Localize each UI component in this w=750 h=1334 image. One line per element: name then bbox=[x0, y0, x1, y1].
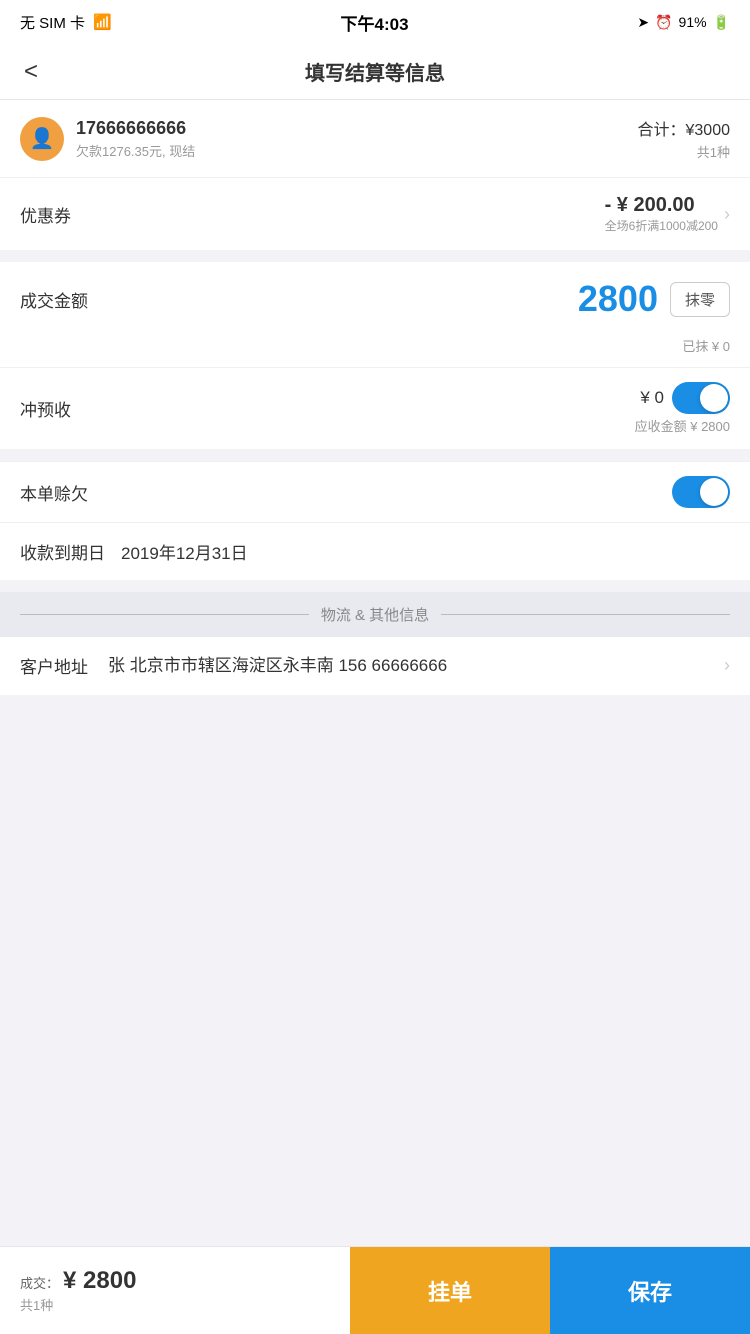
hold-button[interactable]: 挂单 bbox=[350, 1247, 550, 1334]
divider-3 bbox=[0, 580, 750, 592]
prepay-right: ¥ 0 应收金额 ¥ 2800 bbox=[635, 382, 730, 435]
prepay-label: 冲预收 bbox=[20, 396, 71, 421]
coupon-chevron-icon: › bbox=[724, 204, 730, 225]
customer-right: 合计：¥3000 共1种 bbox=[638, 116, 731, 161]
status-right: ➤ ⏰ 91% 🔋 bbox=[637, 14, 730, 31]
divider-1 bbox=[0, 250, 750, 262]
address-label: 客户地址 bbox=[20, 653, 92, 678]
coupon-row[interactable]: 优惠券 - ¥ 200.00 全场6折满1000减200 › bbox=[0, 177, 750, 250]
customer-details: 17666666666 欠款1276.35元, 现结 bbox=[76, 118, 195, 160]
amount-right: 2800 抹零 bbox=[578, 278, 730, 320]
prepay-amount: ¥ 0 bbox=[640, 388, 664, 408]
due-date-row: 收款到期日 2019年12月31日 bbox=[0, 522, 750, 580]
bottom-bar: 成交： ¥ 2800 共1种 挂单 保存 bbox=[0, 1246, 750, 1334]
customer-sub-text: 欠款1276.35元, 现结 bbox=[76, 141, 195, 160]
address-value: 张 北京市市辖区海淀区永丰南 156 66666666 bbox=[108, 653, 708, 679]
no-sim-text: 无 SIM 卡 bbox=[20, 12, 85, 33]
debt-label: 本单赊欠 bbox=[20, 480, 88, 505]
coupon-amount: - ¥ 200.00 bbox=[605, 194, 718, 217]
section-line-right bbox=[441, 614, 730, 615]
debt-row: 本单赊欠 bbox=[0, 461, 750, 522]
transaction-amount-row: 成交金额 2800 抹零 bbox=[0, 262, 750, 336]
total-count: 共1种 bbox=[638, 142, 731, 161]
status-left: 无 SIM 卡 📶 bbox=[20, 12, 112, 33]
bottom-amount: ¥ 2800 bbox=[63, 1267, 136, 1295]
section-header: 物流 & 其他信息 bbox=[0, 592, 750, 637]
coupon-label: 优惠券 bbox=[20, 202, 71, 227]
transaction-label: 成交金额 bbox=[20, 287, 88, 312]
due-date-value: 2019年12月31日 bbox=[121, 539, 248, 564]
customer-info-row: 👤 17666666666 欠款1276.35元, 现结 合计：¥3000 共1… bbox=[0, 100, 750, 177]
prepay-toggle[interactable] bbox=[672, 382, 730, 414]
battery-text: 91% bbox=[679, 14, 707, 30]
address-chevron-icon: › bbox=[724, 655, 730, 676]
customer-left: 👤 17666666666 欠款1276.35元, 现结 bbox=[20, 117, 195, 161]
alarm-icon: ⏰ bbox=[655, 14, 672, 31]
nav-bar: < 填写结算等信息 bbox=[0, 44, 750, 100]
already-rounded-text: 已抹 ¥ 0 bbox=[0, 336, 750, 367]
bottom-total-label: 成交： bbox=[20, 1273, 59, 1292]
save-button[interactable]: 保存 bbox=[550, 1247, 750, 1334]
status-time: 下午4:03 bbox=[341, 10, 409, 35]
total-label: 合计：¥3000 bbox=[638, 116, 731, 140]
prepay-toggle-knob bbox=[700, 384, 728, 412]
wifi-icon: 📶 bbox=[93, 13, 112, 31]
prepay-row: 冲预收 ¥ 0 应收金额 ¥ 2800 bbox=[0, 367, 750, 449]
debt-toggle-knob bbox=[700, 478, 728, 506]
status-bar: 无 SIM 卡 📶 下午4:03 ➤ ⏰ 91% 🔋 bbox=[0, 0, 750, 44]
round-button[interactable]: 抹零 bbox=[670, 282, 730, 317]
section-title: 物流 & 其他信息 bbox=[321, 604, 429, 625]
battery-icon: 🔋 bbox=[713, 14, 730, 31]
coupon-right: - ¥ 200.00 全场6折满1000减200 › bbox=[605, 194, 730, 234]
due-date-label: 收款到期日 bbox=[20, 539, 105, 564]
location-icon: ➤ bbox=[637, 14, 649, 31]
bottom-summary: 成交： ¥ 2800 共1种 bbox=[0, 1267, 350, 1314]
prepay-amount-group: ¥ 0 bbox=[640, 382, 730, 414]
prepay-sub-text: 应收金额 ¥ 2800 bbox=[635, 416, 730, 435]
section-line-left bbox=[20, 614, 309, 615]
back-button[interactable]: < bbox=[16, 50, 46, 94]
page-title: 填写结算等信息 bbox=[305, 57, 445, 86]
divider-2 bbox=[0, 449, 750, 461]
content: 👤 17666666666 欠款1276.35元, 现结 合计：¥3000 共1… bbox=[0, 100, 750, 945]
coupon-desc: 全场6折满1000减200 bbox=[605, 217, 718, 234]
bottom-spacer bbox=[0, 695, 750, 855]
avatar: 👤 bbox=[20, 117, 64, 161]
transaction-value: 2800 bbox=[578, 278, 658, 320]
debt-toggle[interactable] bbox=[672, 476, 730, 508]
address-row[interactable]: 客户地址 张 北京市市辖区海淀区永丰南 156 66666666 › bbox=[0, 637, 750, 695]
customer-phone: 17666666666 bbox=[76, 118, 195, 139]
bottom-count: 共1种 bbox=[20, 1295, 330, 1314]
